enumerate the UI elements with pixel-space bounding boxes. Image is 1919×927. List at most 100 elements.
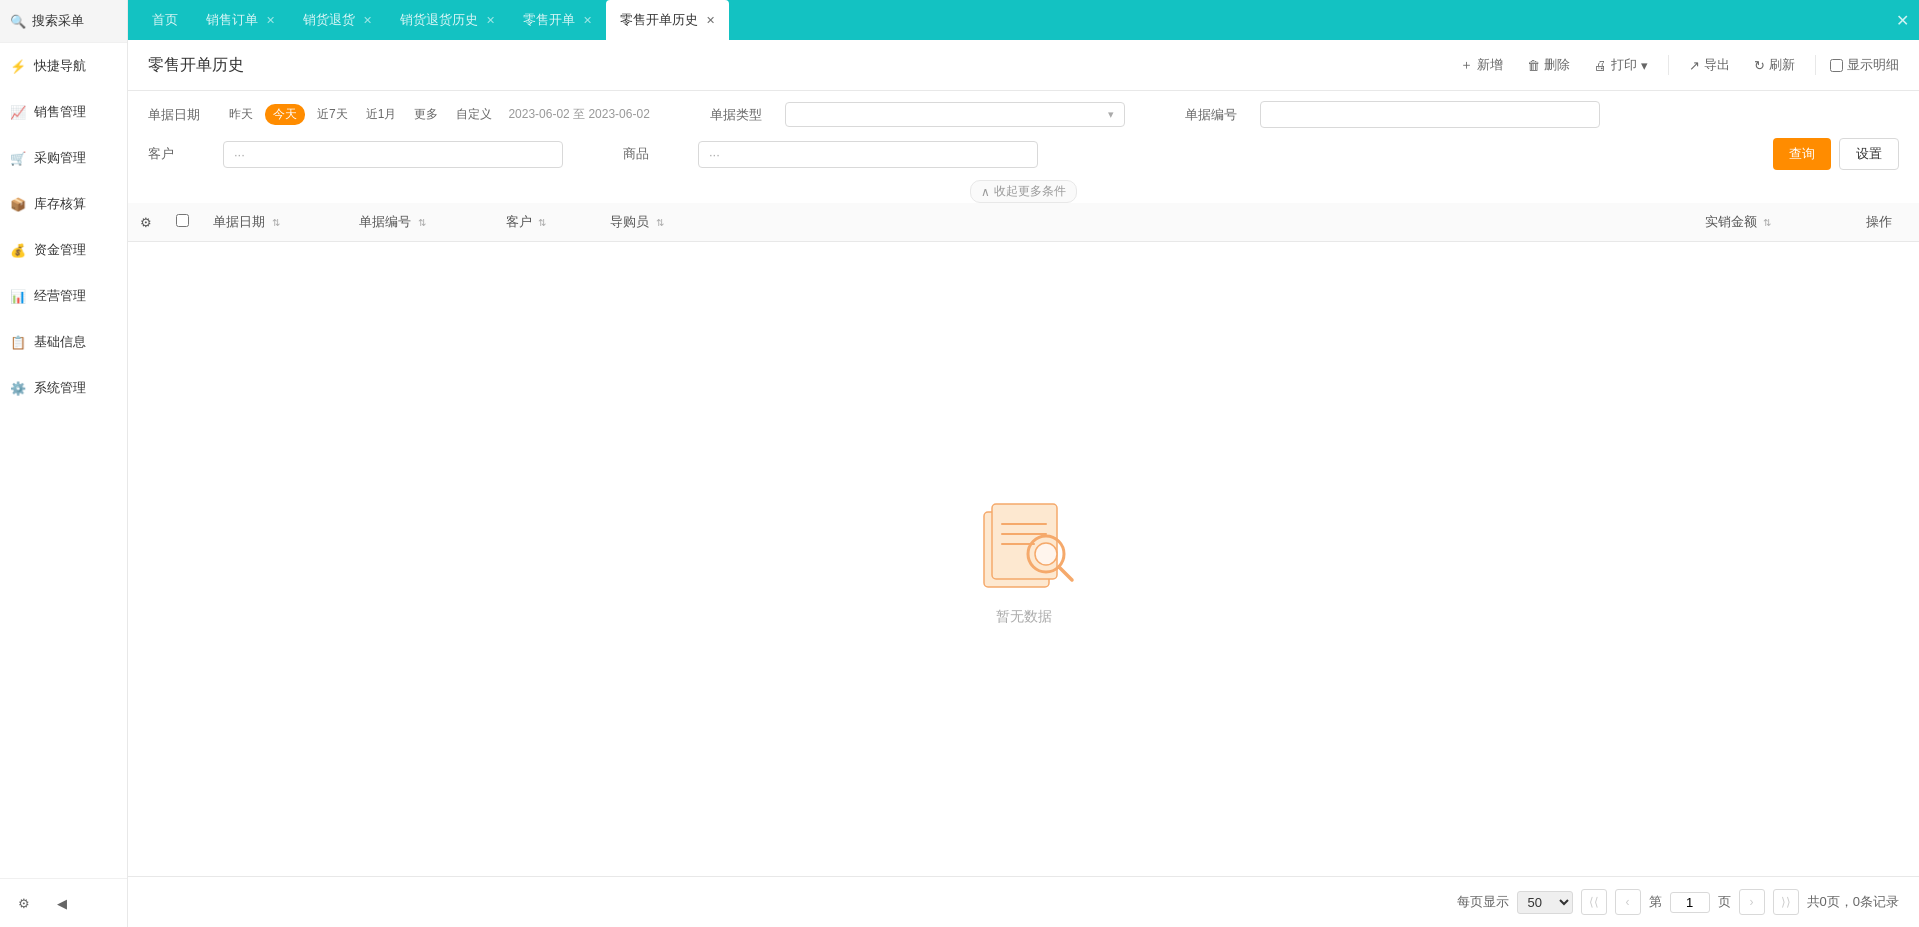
page-title: 零售开单历史 (148, 55, 244, 76)
delete-icon: 🗑 (1527, 58, 1540, 73)
print-button[interactable]: 🖨 打印 ▾ (1588, 52, 1654, 78)
col-salesperson-sort-icon[interactable]: ⇅ (656, 217, 664, 228)
tab-sales-return-history[interactable]: 销货退货历史 ✕ (386, 0, 509, 40)
sidebar-item-purchase-mgmt[interactable]: 🛒 采购管理 (0, 135, 127, 181)
tab-retail-open-close[interactable]: ✕ (583, 14, 592, 27)
print-arrow-icon: ▾ (1641, 58, 1648, 73)
next-page-button[interactable]: › (1739, 889, 1765, 915)
basic-info-icon: 📋 (10, 334, 26, 350)
date-btn-more[interactable]: 更多 (408, 104, 444, 125)
search-icon: 🔍 (10, 14, 26, 29)
tab-bar-right: ✕ (1896, 11, 1909, 30)
sidebar: 🔍 搜索采单 ⚡ 快捷导航 📈 销售管理 🛒 采购管理 📦 库存核算 💰 资金管… (0, 0, 128, 927)
filter-row-1: 单据日期 昨天 今天 近7天 近1月 更多 自定义 2023-06-02 至 2… (148, 101, 1899, 128)
sidebar-item-label: 基础信息 (34, 333, 86, 351)
tab-home-label: 首页 (152, 11, 178, 29)
col-date-sort-icon[interactable]: ⇅ (272, 217, 280, 228)
refresh-icon: ↻ (1754, 58, 1765, 73)
sidebar-item-inventory[interactable]: 📦 库存核算 (0, 181, 127, 227)
date-quick-btns: 昨天 今天 近7天 近1月 更多 自定义 2023-06-02 至 2023-0… (223, 104, 650, 125)
query-button[interactable]: 查询 (1773, 138, 1831, 170)
table-header: ⚙ 单据日期 ⇅ 单据编号 ⇅ (128, 203, 1919, 242)
col-customer-sort-icon[interactable]: ⇅ (538, 217, 546, 228)
tab-sales-order[interactable]: 销售订单 ✕ (192, 0, 289, 40)
date-btn-today[interactable]: 今天 (265, 104, 305, 125)
date-btn-7days[interactable]: 近7天 (311, 104, 354, 125)
tab-sales-order-label: 销售订单 (206, 11, 258, 29)
header-actions: ＋ 新增 🗑 删除 🖨 打印 ▾ ↗ 导出 ↻ 刷新 (1454, 52, 1899, 78)
col-amount-label: 实销金额 (1705, 214, 1757, 229)
bill-type-select[interactable]: ▾ (785, 102, 1125, 127)
page-label-before: 第 (1649, 893, 1662, 911)
display-detail-checkbox[interactable] (1830, 59, 1843, 72)
sidebar-item-label: 系统管理 (34, 379, 86, 397)
refresh-label: 刷新 (1769, 56, 1795, 74)
add-button[interactable]: ＋ 新增 (1454, 52, 1509, 78)
tab-bar: 首页 销售订单 ✕ 销货退货 ✕ 销货退货历史 ✕ 零售开单 ✕ 零售开单历史 … (128, 0, 1919, 40)
page-size-label: 每页显示 (1457, 893, 1509, 911)
tab-retail-history-close[interactable]: ✕ (706, 14, 715, 27)
settings-bottom-button[interactable]: ⚙ (10, 889, 38, 917)
tab-sales-return[interactable]: 销货退货 ✕ (289, 0, 386, 40)
col-checkbox (164, 203, 201, 242)
collapse-button[interactable]: ∧ 收起更多条件 (970, 180, 1077, 203)
col-amount-sort-icon[interactable]: ⇅ (1763, 217, 1771, 228)
refresh-button[interactable]: ↻ 刷新 (1748, 52, 1801, 78)
table-settings-icon[interactable]: ⚙ (140, 215, 152, 230)
col-salesperson: 导购员 ⇅ (598, 203, 723, 242)
sidebar-item-basic-info[interactable]: 📋 基础信息 (0, 319, 127, 365)
sidebar-item-finance[interactable]: 💰 资金管理 (0, 227, 127, 273)
col-operation-label: 操作 (1866, 214, 1892, 229)
settings-button[interactable]: 设置 (1839, 138, 1899, 170)
col-date-label: 单据日期 (213, 214, 265, 229)
col-number-sort-icon[interactable]: ⇅ (418, 217, 426, 228)
last-page-button[interactable]: ⟩⟩ (1773, 889, 1799, 915)
sidebar-item-label: 库存核算 (34, 195, 86, 213)
sidebar-item-sales-mgmt[interactable]: 📈 销售管理 (0, 89, 127, 135)
sidebar-item-label: 采购管理 (34, 149, 86, 167)
date-btn-custom[interactable]: 自定义 (450, 104, 498, 125)
tab-sales-return-close[interactable]: ✕ (363, 14, 372, 27)
col-operation: 操作 (1839, 203, 1919, 242)
sidebar-bottom: ⚙ ◀ (0, 878, 127, 927)
sidebar-item-quick-nav[interactable]: ⚡ 快捷导航 (0, 43, 127, 89)
customer-input[interactable]: ··· (223, 141, 563, 168)
purchase-icon: 🛒 (10, 150, 26, 166)
select-all-checkbox[interactable] (176, 214, 189, 227)
date-btn-yesterday[interactable]: 昨天 (223, 104, 259, 125)
empty-icon (964, 492, 1084, 592)
prev-page-button[interactable]: ‹ (1615, 889, 1641, 915)
sidebar-item-system[interactable]: ⚙️ 系统管理 (0, 365, 127, 411)
tab-retail-history[interactable]: 零售开单历史 ✕ (606, 0, 729, 40)
col-salesperson-label: 导购员 (610, 214, 649, 229)
col-number-label: 单据编号 (359, 214, 411, 229)
page-size-select[interactable]: 10 20 50 100 (1517, 891, 1573, 914)
delete-button[interactable]: 🗑 删除 (1521, 52, 1576, 78)
tab-home[interactable]: 首页 (138, 0, 192, 40)
sidebar-item-operations[interactable]: 📊 经营管理 (0, 273, 127, 319)
tab-sales-return-label: 销货退货 (303, 11, 355, 29)
export-label: 导出 (1704, 56, 1730, 74)
tab-sales-return-history-close[interactable]: ✕ (486, 14, 495, 27)
tab-retail-open[interactable]: 零售开单 ✕ (509, 0, 606, 40)
display-detail-toggle[interactable]: 显示明细 (1830, 56, 1899, 74)
table-area: ⚙ 单据日期 ⇅ 单据编号 ⇅ (128, 203, 1919, 927)
first-page-button[interactable]: ⟨⟨ (1581, 889, 1607, 915)
window-close-button[interactable]: ✕ (1896, 11, 1909, 30)
delete-label: 删除 (1544, 56, 1570, 74)
tab-sales-order-close[interactable]: ✕ (266, 14, 275, 27)
date-btn-1month[interactable]: 近1月 (360, 104, 403, 125)
collapse-sidebar-button[interactable]: ◀ (48, 889, 76, 917)
sidebar-search[interactable]: 🔍 搜索采单 (0, 0, 127, 43)
page-number-input[interactable] (1670, 892, 1710, 913)
col-number: 单据编号 ⇅ (347, 203, 493, 242)
export-button[interactable]: ↗ 导出 (1683, 52, 1736, 78)
bill-number-input[interactable] (1260, 101, 1600, 128)
goods-input[interactable]: ··· (698, 141, 1038, 168)
system-icon: ⚙️ (10, 380, 26, 396)
total-label: 共0页，0条记录 (1807, 893, 1899, 911)
collapse-up-icon: ∧ (981, 185, 990, 199)
tab-sales-return-history-label: 销货退货历史 (400, 11, 478, 29)
customer-label: 客户 (148, 145, 203, 163)
goods-placeholder: ··· (709, 147, 720, 162)
